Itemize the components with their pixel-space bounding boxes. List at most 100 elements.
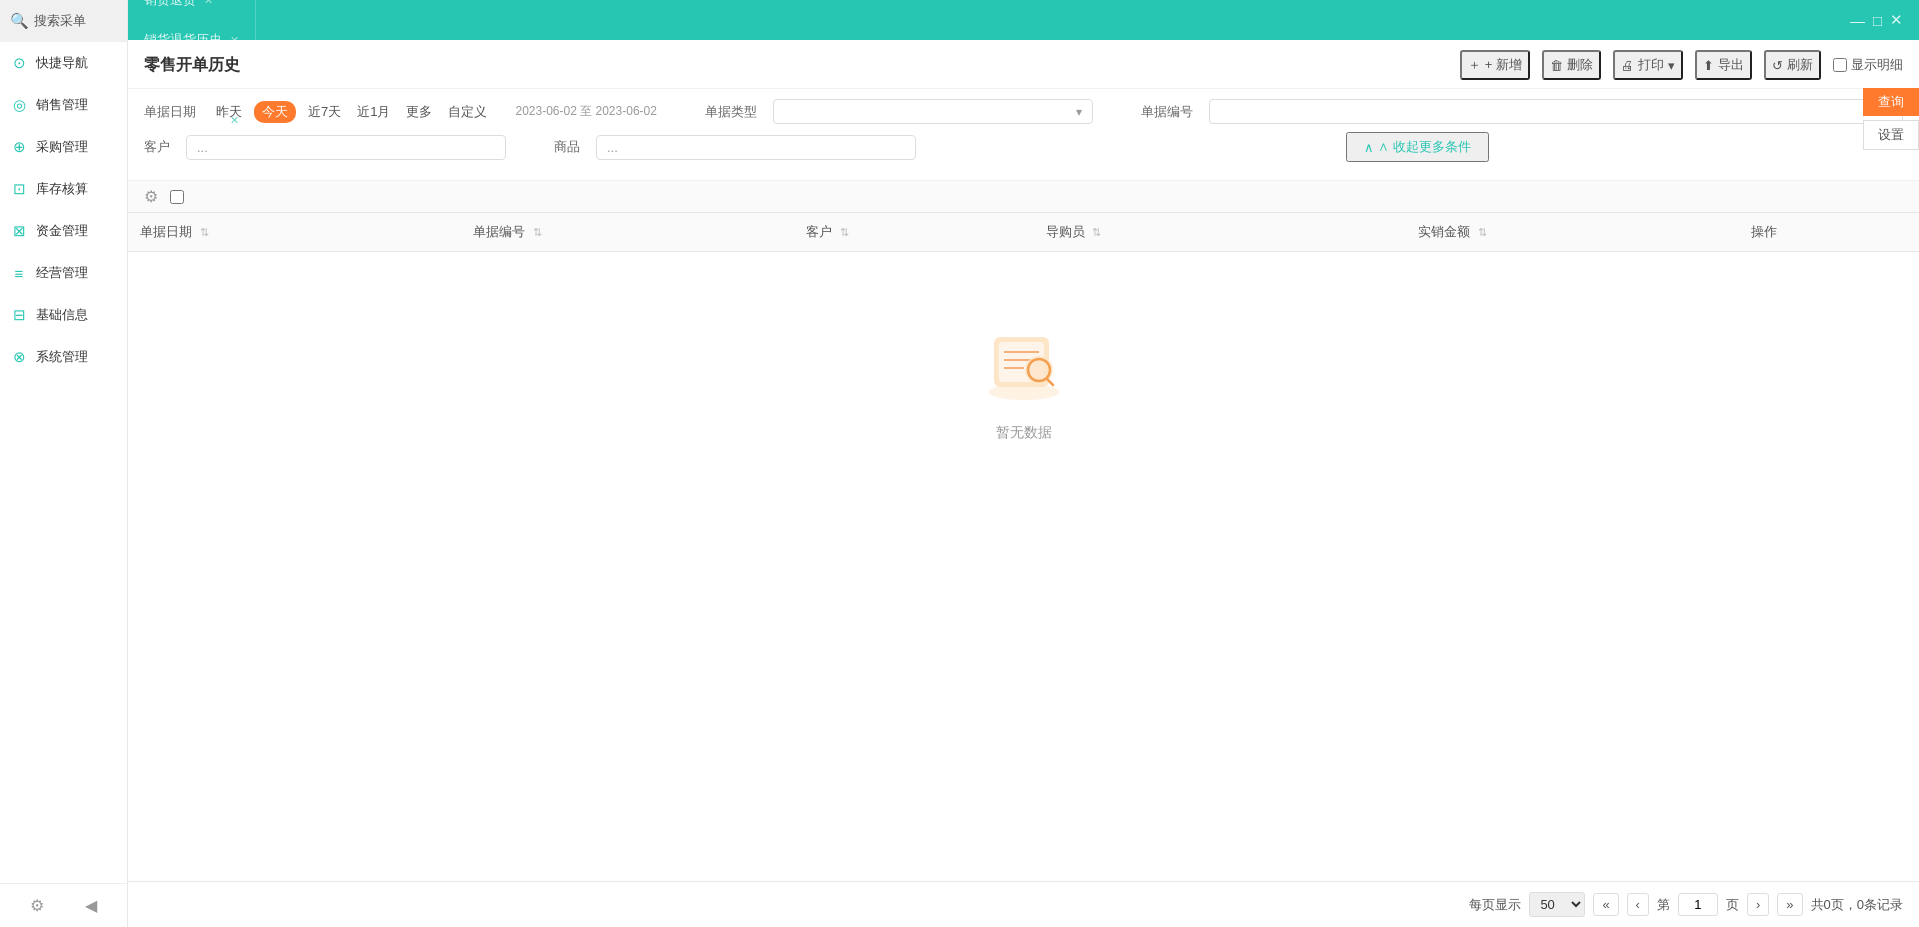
col-date: 单据日期 ⇅ bbox=[128, 213, 461, 252]
select-all-checkbox[interactable] bbox=[170, 190, 184, 204]
nav-icon-quick-nav: ⊙ bbox=[10, 54, 28, 72]
prev-page-btn[interactable]: ‹ bbox=[1627, 893, 1649, 916]
sidebar-item-purchase-mgmt[interactable]: ⊕ 采购管理 bbox=[0, 126, 127, 168]
delete-icon: 🗑 bbox=[1550, 58, 1563, 73]
display-detail-input[interactable] bbox=[1833, 58, 1847, 72]
sidebar-item-inventory[interactable]: ⊡ 库存核算 bbox=[0, 168, 127, 210]
goods-label: 商品 bbox=[554, 138, 580, 156]
date-label: 单据日期 bbox=[144, 103, 196, 121]
refresh-label: 刷新 bbox=[1787, 56, 1813, 74]
export-button[interactable]: ⬆ 导出 bbox=[1695, 50, 1752, 80]
data-table: 单据日期 ⇅ 单据编号 ⇅ 客户 ⇅ bbox=[128, 213, 1919, 252]
sidebar-item-base-info[interactable]: ⊟ 基础信息 bbox=[0, 294, 127, 336]
nav-icon-ops-mgmt: ≡ bbox=[10, 265, 28, 282]
print-arrow-icon: ▾ bbox=[1668, 58, 1675, 73]
tab-bar: 首页销售订单✕销货退货✕销货退货历史✕零售开单✕零售开单历史✕ — □ ✕ bbox=[128, 0, 1919, 40]
sidebar-item-quick-nav[interactable]: ⊙ 快捷导航 bbox=[0, 42, 127, 84]
display-detail-checkbox[interactable]: 显示明细 bbox=[1833, 56, 1903, 74]
query-button[interactable]: 查询 bbox=[1863, 88, 1919, 116]
sidebar-footer: ⚙ ◀ bbox=[0, 883, 127, 927]
goods-placeholder: ... bbox=[607, 140, 618, 155]
date-range: 2023-06-02 至 2023-06-02 bbox=[515, 103, 656, 120]
col-order-no: 单据编号 ⇅ bbox=[461, 213, 794, 252]
tab-close-sales-return[interactable]: ✕ bbox=[204, 0, 213, 7]
empty-state: 暂无数据 bbox=[128, 252, 1919, 502]
col-salesperson-sort-icon[interactable]: ⇅ bbox=[1092, 226, 1101, 238]
sidebar-item-ops-mgmt[interactable]: ≡ 经营管理 bbox=[0, 252, 127, 294]
close-window-btn[interactable]: ✕ bbox=[1890, 11, 1903, 29]
last-page-btn[interactable]: » bbox=[1777, 893, 1802, 916]
first-page-btn[interactable]: « bbox=[1593, 893, 1618, 916]
date-options: 昨天今天近7天近1月更多自定义 bbox=[212, 101, 491, 123]
col-amount-sort-icon[interactable]: ⇅ bbox=[1478, 226, 1487, 238]
tab-sales-return[interactable]: 销货退货✕ bbox=[128, 0, 256, 20]
display-detail-label: 显示明细 bbox=[1851, 56, 1903, 74]
content-area: 零售开单历史 ＋ + 新增 🗑 删除 🖨 打印 ▾ ⬆ 导出 bbox=[128, 40, 1919, 927]
pagination: 每页显示 50 10 20 100 « ‹ 第 页 › » 共0页，0条记录 bbox=[128, 881, 1919, 927]
goods-select[interactable]: ... bbox=[596, 135, 916, 160]
print-button[interactable]: 🖨 打印 ▾ bbox=[1613, 50, 1683, 80]
nav-label-inventory: 库存核算 bbox=[36, 180, 88, 198]
nav-label-base-info: 基础信息 bbox=[36, 306, 88, 324]
sidebar-item-sys-mgmt[interactable]: ⊗ 系统管理 bbox=[0, 336, 127, 378]
minimize-btn[interactable]: — bbox=[1850, 12, 1865, 29]
sidebar-item-finance[interactable]: ⊠ 资金管理 bbox=[0, 210, 127, 252]
export-label: 导出 bbox=[1718, 56, 1744, 74]
collapse-icon[interactable]: ◀ bbox=[85, 896, 97, 915]
date-option-today[interactable]: 今天 bbox=[254, 101, 296, 123]
sidebar-nav: ⊙ 快捷导航 ◎ 销售管理 ⊕ 采购管理 ⊡ 库存核算 ⊠ 资金管理 ≡ 经营管… bbox=[0, 42, 127, 378]
sidebar-item-sales-mgmt[interactable]: ◎ 销售管理 bbox=[0, 84, 127, 126]
collapse-filter-btn[interactable]: ∧ ∧ 收起更多条件 bbox=[1346, 132, 1489, 162]
page-title: 零售开单历史 bbox=[144, 55, 240, 76]
tab-close-retail-open-history[interactable]: ✕ bbox=[230, 114, 239, 127]
page-header: 零售开单历史 ＋ + 新增 🗑 删除 🖨 打印 ▾ ⬆ 导出 bbox=[128, 40, 1919, 89]
order-type-arrow-icon: ▾ bbox=[1076, 105, 1082, 119]
tab-close-sales-return-history[interactable]: ✕ bbox=[230, 34, 239, 47]
per-page-select[interactable]: 50 10 20 100 bbox=[1529, 892, 1585, 917]
table-area: ⚙ 单据日期 ⇅ 单据编号 ⇅ bbox=[128, 181, 1919, 881]
customer-select[interactable]: ... bbox=[186, 135, 506, 160]
page-suffix: 页 bbox=[1726, 896, 1739, 914]
add-button[interactable]: ＋ + 新增 bbox=[1460, 50, 1530, 80]
col-order-no-sort-icon[interactable]: ⇅ bbox=[533, 226, 542, 238]
maximize-btn[interactable]: □ bbox=[1873, 12, 1882, 29]
empty-illustration bbox=[974, 312, 1074, 412]
col-amount: 实销金额 ⇅ bbox=[1406, 213, 1739, 252]
window-controls: — □ ✕ bbox=[1850, 11, 1919, 29]
customer-label: 客户 bbox=[144, 138, 170, 156]
col-date-sort-icon[interactable]: ⇅ bbox=[200, 226, 209, 238]
main-area: 首页销售订单✕销货退货✕销货退货历史✕零售开单✕零售开单历史✕ — □ ✕ 零售… bbox=[128, 0, 1919, 927]
search-icon: 🔍 bbox=[10, 12, 28, 30]
nav-icon-inventory: ⊡ bbox=[10, 180, 28, 198]
search-menu-item[interactable]: 🔍 搜索采单 bbox=[0, 0, 127, 42]
filter-row-1: 单据日期 昨天今天近7天近1月更多自定义 2023-06-02 至 2023-0… bbox=[144, 99, 1903, 124]
refresh-button[interactable]: ↺ 刷新 bbox=[1764, 50, 1821, 80]
tab-close-retail-open[interactable]: ✕ bbox=[204, 74, 213, 87]
col-amount-label: 实销金额 bbox=[1418, 224, 1470, 239]
nav-icon-purchase-mgmt: ⊕ bbox=[10, 138, 28, 156]
page-input[interactable] bbox=[1678, 893, 1718, 916]
date-option-yesterday[interactable]: 昨天 bbox=[212, 101, 246, 123]
delete-button[interactable]: 🗑 删除 bbox=[1542, 50, 1601, 80]
date-option-last7[interactable]: 近7天 bbox=[304, 101, 345, 123]
delete-label: 删除 bbox=[1567, 56, 1593, 74]
query-settings-panel: 查询 设置 bbox=[1863, 88, 1919, 150]
nav-label-sys-mgmt: 系统管理 bbox=[36, 348, 88, 366]
collapse-icon: ∧ bbox=[1364, 140, 1374, 155]
date-option-last_month[interactable]: 近1月 bbox=[353, 101, 394, 123]
next-page-btn[interactable]: › bbox=[1747, 893, 1769, 916]
customer-placeholder: ... bbox=[197, 140, 208, 155]
table-header-row: 单据日期 ⇅ 单据编号 ⇅ 客户 ⇅ bbox=[128, 213, 1919, 252]
date-option-custom[interactable]: 自定义 bbox=[444, 101, 491, 123]
col-salesperson: 导购员 ⇅ bbox=[1034, 213, 1320, 252]
table-container: 单据日期 ⇅ 单据编号 ⇅ 客户 ⇅ bbox=[128, 213, 1919, 881]
table-settings-icon[interactable]: ⚙ bbox=[144, 187, 158, 206]
settings-icon[interactable]: ⚙ bbox=[30, 896, 44, 915]
filter-settings-button[interactable]: 设置 bbox=[1863, 120, 1919, 150]
date-option-more[interactable]: 更多 bbox=[402, 101, 436, 123]
collapse-label: ∧ 收起更多条件 bbox=[1378, 138, 1471, 156]
order-no-value bbox=[1220, 104, 1224, 119]
order-type-select[interactable]: ▾ bbox=[773, 99, 1093, 124]
col-customer-sort-icon[interactable]: ⇅ bbox=[840, 226, 849, 238]
order-no-input[interactable] bbox=[1209, 99, 1903, 124]
